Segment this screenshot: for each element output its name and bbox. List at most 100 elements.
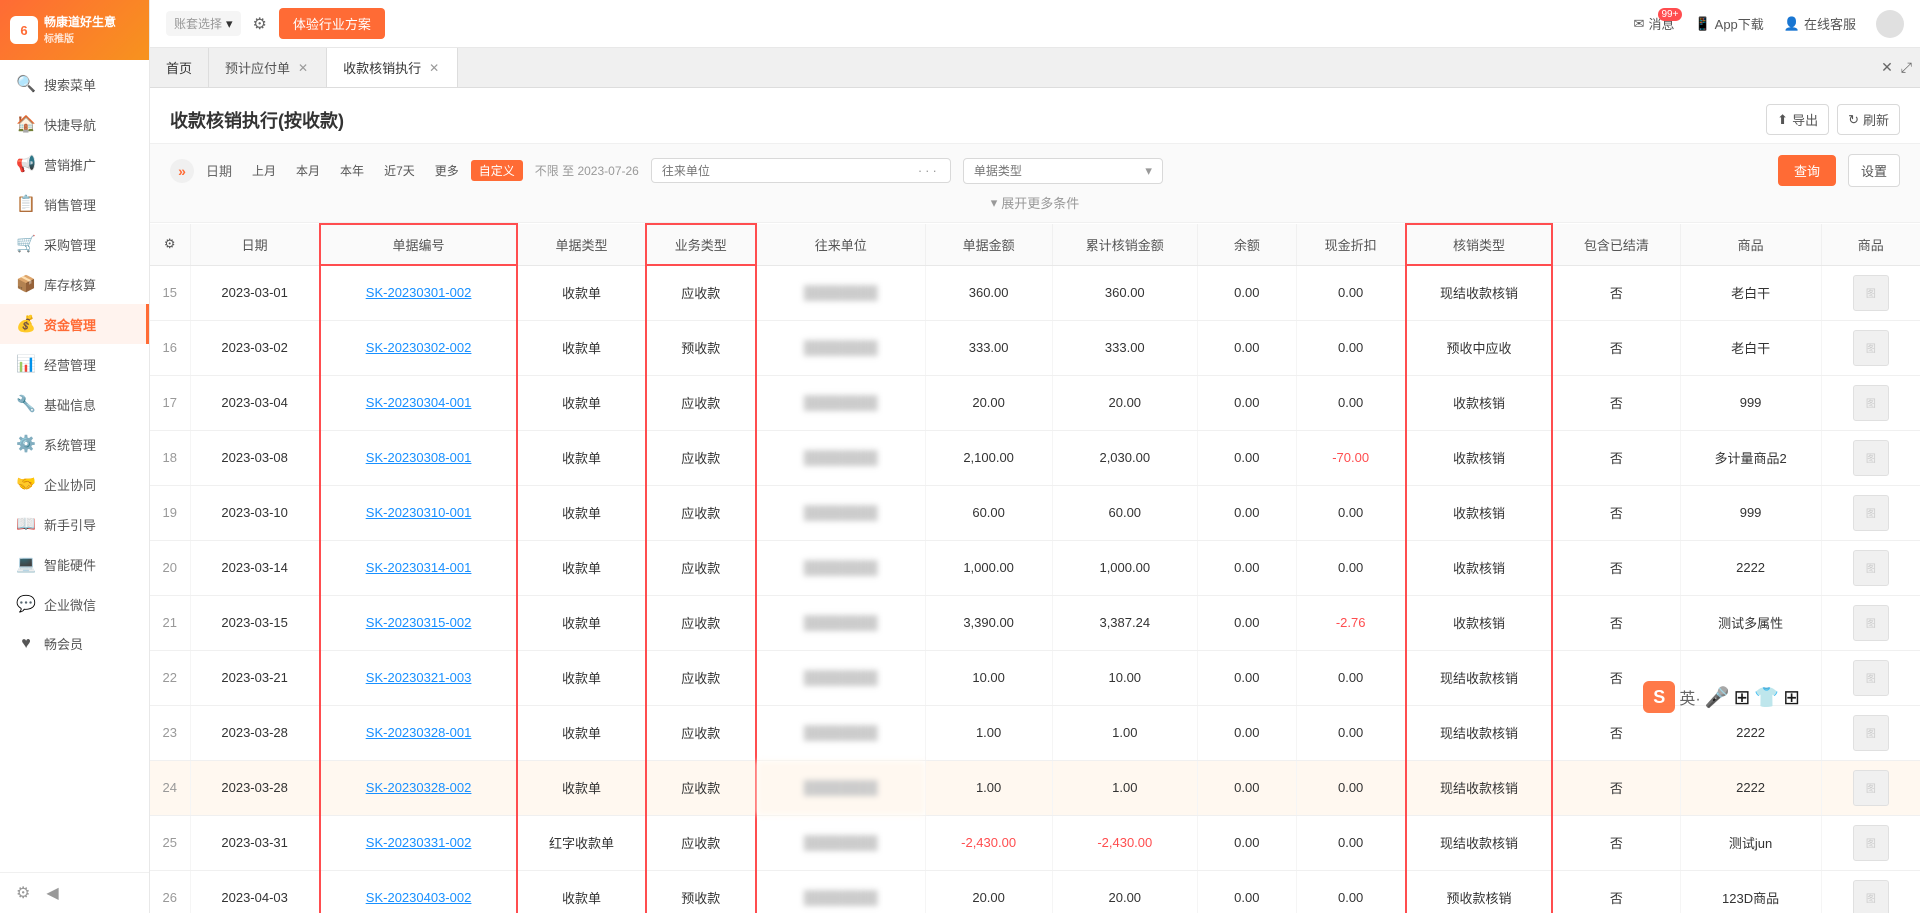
table-cell: 收款单 xyxy=(517,760,645,815)
expand-more-text[interactable]: ▾ 展开更多条件 xyxy=(991,193,1080,212)
receipt-link[interactable]: SK-20230301-002 xyxy=(366,285,472,300)
table-cell: 360.00 xyxy=(925,265,1052,320)
tab-collection-close[interactable]: ✕ xyxy=(427,59,441,77)
table-cell[interactable]: SK-20230308-001 xyxy=(320,430,518,485)
service-icon: 👤 xyxy=(1784,16,1800,32)
sidebar-item-label: 资金管理 xyxy=(44,315,96,334)
export-button[interactable]: ⬆ 导出 xyxy=(1766,104,1829,135)
table-cell[interactable]: SK-20230304-001 xyxy=(320,375,518,430)
table-cell[interactable]: SK-20230328-001 xyxy=(320,705,518,760)
tab-expand-icon[interactable]: ⤢ xyxy=(1901,59,1912,76)
table-cell: 0.00 xyxy=(1197,760,1296,815)
table-row: 222023-03-21SK-20230321-003收款单应收款███████… xyxy=(150,650,1920,705)
table-cell: 图 xyxy=(1821,540,1920,595)
refresh-button[interactable]: ↻ 刷新 xyxy=(1837,104,1900,135)
table-cell: 收款核销 xyxy=(1406,485,1553,540)
table-cell: 图 xyxy=(1821,265,1920,320)
sidebar-item-purchase[interactable]: 🛒 采购管理 xyxy=(0,224,149,264)
sidebar-item-corp[interactable]: 🤝 企业协同 xyxy=(0,464,149,504)
sidebar-item-wechat[interactable]: 💬 企业微信 xyxy=(0,584,149,624)
th-amount: 单据金额 xyxy=(925,224,1052,265)
table-row: 232023-03-28SK-20230328-001收款单应收款███████… xyxy=(150,705,1920,760)
receipt-link[interactable]: SK-20230331-002 xyxy=(366,835,472,850)
tab-collection[interactable]: 收款核销执行 ✕ xyxy=(327,48,458,87)
date-last-month[interactable]: 上月 xyxy=(244,160,284,181)
table-cell[interactable]: SK-20230321-003 xyxy=(320,650,518,705)
sidebar-item-marketing[interactable]: 📢 营销推广 xyxy=(0,144,149,184)
table-cell: 21 xyxy=(150,595,190,650)
sidebar-item-search[interactable]: 🔍 搜索菜单 xyxy=(0,64,149,104)
filter-row: » 日期 上月 本月 本年 近7天 更多 自定义 不限 至 2023-07-26… xyxy=(170,154,1900,187)
table-cell: 预收中应收 xyxy=(1406,320,1553,375)
settings-bottom-icon[interactable]: ⚙ xyxy=(16,883,30,903)
filter-expand-button[interactable]: » xyxy=(170,159,194,183)
receipt-link[interactable]: SK-20230315-002 xyxy=(366,615,472,630)
sidebar-item-base[interactable]: 🔧 基础信息 xyxy=(0,384,149,424)
partner-input[interactable] xyxy=(662,164,914,178)
table-cell[interactable]: SK-20230403-002 xyxy=(320,870,518,913)
date-this-month[interactable]: 本月 xyxy=(288,160,328,181)
date-more[interactable]: 更多 xyxy=(427,160,467,181)
table-cell[interactable]: SK-20230331-002 xyxy=(320,815,518,870)
sidebar-item-operation[interactable]: 📊 经营管理 xyxy=(0,344,149,384)
partner-input-wrap[interactable]: ··· xyxy=(651,158,951,183)
table-cell[interactable]: SK-20230315-002 xyxy=(320,595,518,650)
date-custom[interactable]: 自定义 xyxy=(471,160,523,181)
message-icon: ✉ xyxy=(1634,16,1645,32)
sidebar-item-label: 系统管理 xyxy=(44,435,96,454)
receipt-link[interactable]: SK-20230308-001 xyxy=(366,450,472,465)
table-cell[interactable]: SK-20230301-002 xyxy=(320,265,518,320)
sidebar-item-sales[interactable]: 📋 销售管理 xyxy=(0,184,149,224)
tab-prepay[interactable]: 预计应付单 ✕ xyxy=(209,48,327,87)
table-row: 152023-03-01SK-20230301-002收款单应收款███████… xyxy=(150,265,1920,320)
receipt-link[interactable]: SK-20230321-003 xyxy=(366,670,472,685)
sidebar-item-label: 畅会员 xyxy=(44,634,83,653)
receipt-link[interactable]: SK-20230328-001 xyxy=(366,725,472,740)
sidebar-item-inventory[interactable]: 📦 库存核算 xyxy=(0,264,149,304)
table-cell[interactable]: SK-20230310-001 xyxy=(320,485,518,540)
sidebar-nav: 🔍 搜索菜单 🏠 快捷导航 📢 营销推广 📋 销售管理 🛒 采购管理 📦 库存核… xyxy=(0,60,149,872)
table-cell: ████████ xyxy=(756,815,925,870)
online-service-action[interactable]: 👤 在线客服 xyxy=(1784,14,1856,33)
receipt-type-input-wrap[interactable]: ▾ xyxy=(963,158,1163,184)
user-avatar[interactable] xyxy=(1876,10,1904,38)
settings-icon[interactable]: ⚙ xyxy=(253,14,267,34)
solution-button[interactable]: 体验行业方案 xyxy=(279,8,385,39)
query-button[interactable]: 查询 xyxy=(1778,155,1836,186)
sidebar-item-hardware[interactable]: 💻 智能硬件 xyxy=(0,544,149,584)
receipt-link[interactable]: SK-20230302-002 xyxy=(366,340,472,355)
tab-prepay-close[interactable]: ✕ xyxy=(296,59,310,77)
receipt-type-input[interactable] xyxy=(974,164,1141,178)
collapse-icon[interactable]: ◀ xyxy=(46,883,58,903)
sidebar-item-capital[interactable]: 💰 资金管理 xyxy=(0,304,149,344)
table-cell[interactable]: SK-20230328-002 xyxy=(320,760,518,815)
tab-close-all-icon[interactable]: ✕ xyxy=(1881,59,1893,76)
account-selector[interactable]: 账套选择 ▾ xyxy=(166,11,241,36)
wechat-icon: 💬 xyxy=(16,594,36,614)
table-cell: 否 xyxy=(1552,870,1680,913)
tab-home[interactable]: 首页 xyxy=(150,48,209,87)
sidebar-item-system[interactable]: ⚙️ 系统管理 xyxy=(0,424,149,464)
date-7days[interactable]: 近7天 xyxy=(376,160,423,181)
sidebar-item-guide[interactable]: 📖 新手引导 xyxy=(0,504,149,544)
sidebar-item-member[interactable]: ♥ 畅会员 xyxy=(0,624,149,663)
receipt-link[interactable]: SK-20230328-002 xyxy=(366,780,472,795)
setting-button[interactable]: 设置 xyxy=(1848,154,1900,187)
receipt-link[interactable]: SK-20230310-001 xyxy=(366,505,472,520)
date-this-year[interactable]: 本年 xyxy=(332,160,372,181)
receipt-link[interactable]: SK-20230314-001 xyxy=(366,560,472,575)
receipt-link[interactable]: SK-20230304-001 xyxy=(366,395,472,410)
sidebar-item-shortcut[interactable]: 🏠 快捷导航 xyxy=(0,104,149,144)
app-download-action[interactable]: 📱 App下载 xyxy=(1694,14,1763,33)
receipt-link[interactable]: SK-20230403-002 xyxy=(366,890,472,905)
table-cell: ████████ xyxy=(756,265,925,320)
sidebar: 6 畅康道好生意 标推版 🔍 搜索菜单 🏠 快捷导航 📢 营销推广 📋 销售管理… xyxy=(0,0,150,913)
table-cell: 否 xyxy=(1552,320,1680,375)
th-settings[interactable]: ⚙ xyxy=(150,224,190,265)
table-cell[interactable]: SK-20230314-001 xyxy=(320,540,518,595)
messages-action[interactable]: ✉ 消息 99+ xyxy=(1634,14,1675,33)
table-cell: 测试多属性 xyxy=(1680,595,1821,650)
table-cell: 收款单 xyxy=(517,650,645,705)
table-cell[interactable]: SK-20230302-002 xyxy=(320,320,518,375)
table-cell: 24 xyxy=(150,760,190,815)
